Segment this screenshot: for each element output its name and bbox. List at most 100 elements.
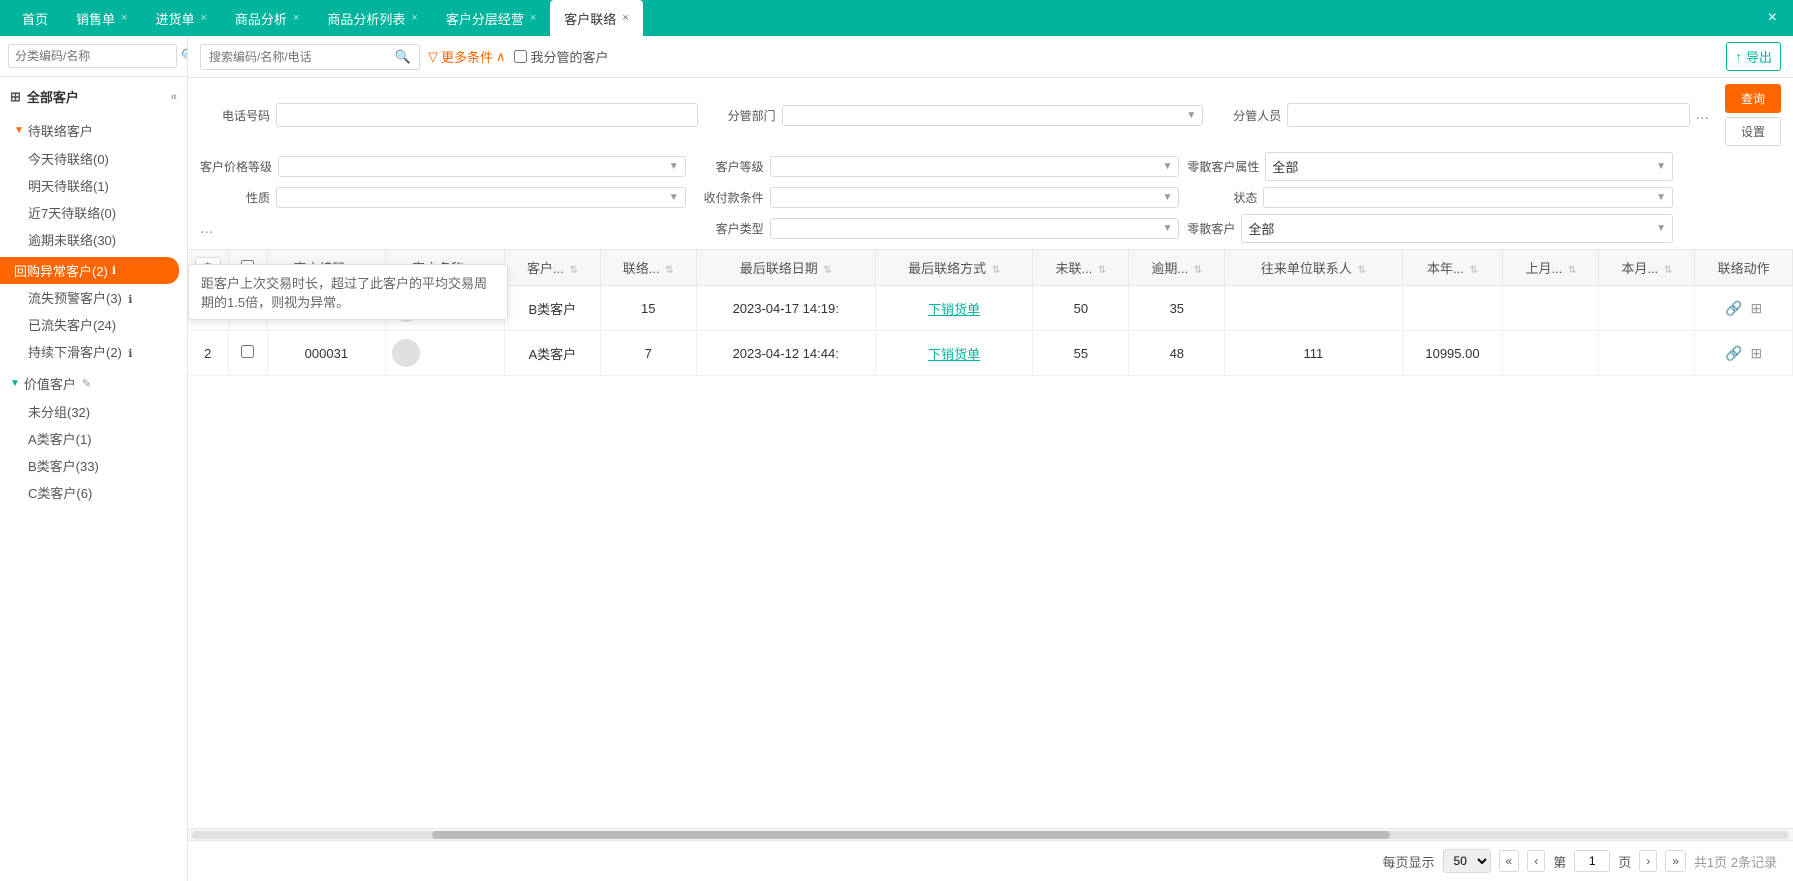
th-uncontacted: 未联... ⇅ (1033, 250, 1129, 286)
first-page-btn[interactable]: « (1499, 850, 1520, 872)
sidebar-value-label[interactable]: ▼ 价值客户 ✎ (0, 369, 187, 398)
row1-method-link[interactable]: 下销货单 (928, 302, 980, 317)
price-arrow-icon: ▼ (669, 161, 679, 172)
scatter-customer-arrow-icon: ▼ (1656, 223, 1666, 234)
nav-product-analysis-list[interactable]: 商品分析列表 × (313, 0, 431, 36)
payment-select[interactable]: ▼ (770, 187, 1180, 208)
close-customer-contact-icon[interactable]: × (622, 12, 628, 24)
th-customer-type: 客户... ⇅ (504, 250, 600, 286)
filter-cell-scatter-attr: 零散客户属性 全部 ▼ (1187, 152, 1673, 181)
th-current-year: 本年... ⇅ (1402, 250, 1503, 286)
nav-sales[interactable]: 销售单 × (62, 0, 141, 36)
row2-grid-icon[interactable]: ⊞ (1750, 345, 1762, 362)
search-icon[interactable]: 🔍 (395, 49, 411, 65)
customer-type-select[interactable]: ▼ (770, 218, 1180, 239)
row1-grid-icon[interactable]: ⊞ (1750, 300, 1762, 317)
row2-method-link[interactable]: 下销货单 (928, 347, 980, 362)
sidebar-search-icon[interactable]: 🔍 (181, 48, 188, 64)
close-all-tabs[interactable]: × (1760, 9, 1785, 27)
row4-dots[interactable]: ... (200, 220, 213, 238)
row2-type: A类客户 (504, 331, 600, 376)
prev-page-btn[interactable]: ‹ (1527, 850, 1545, 872)
row2-select[interactable] (241, 345, 254, 358)
sidebar-b-class[interactable]: B类客户(33) (0, 452, 187, 479)
payment-arrow-icon: ▼ (1162, 192, 1172, 203)
row2-link-icon[interactable]: 🔗 (1725, 345, 1742, 362)
grid-icon: ⊞ (10, 89, 21, 105)
scroll-thumb[interactable] (432, 831, 1390, 839)
my-customers-checkbox[interactable] (514, 50, 527, 63)
scatter-attr-select[interactable]: 全部 ▼ (1265, 152, 1673, 181)
th-contact-person: 往来单位联系人 ⇅ (1225, 250, 1402, 286)
nav-product-analysis[interactable]: 商品分析 × (221, 0, 313, 36)
nav-purchase[interactable]: 进货单 × (141, 0, 220, 36)
filter-cell-customer-grade: 客户等级 ▼ (694, 156, 1180, 177)
sidebar-search-input[interactable] (8, 44, 177, 68)
th-action: 联络动作 (1695, 250, 1793, 286)
close-sales-icon[interactable]: × (121, 12, 127, 24)
horizontal-scrollbar[interactable] (188, 828, 1793, 840)
overdue-sort-icon: ⇅ (1194, 265, 1202, 276)
price-grade-select[interactable]: ▼ (278, 156, 686, 177)
sidebar-week-pending[interactable]: 近7天待联络(0) (0, 199, 187, 226)
last-page-btn[interactable]: » (1665, 850, 1686, 872)
manager-input[interactable] (1287, 103, 1689, 127)
sidebar-today-pending[interactable]: 今天待联络(0) (0, 145, 187, 172)
sidebar-value-group: ▼ 价值客户 ✎ 未分组(32) A类客户(1) B类客户(33) C类客户(6… (0, 365, 187, 510)
tree-root-all-customers[interactable]: ⊞ 全部客户 « (0, 81, 187, 112)
query-button[interactable]: 查询 (1725, 84, 1781, 113)
sidebar-declining[interactable]: 持续下滑客户(2) ℹ (0, 338, 187, 365)
close-purchase-icon[interactable]: × (200, 12, 206, 24)
nature-select[interactable]: ▼ (276, 187, 686, 208)
dept-select[interactable]: ▼ (782, 105, 1204, 126)
content-area: 距客户上次交易时长，超过了此客户的平均交易周期的1.5倍，则视为异常。 🔍 ▽ … (188, 36, 1793, 881)
sidebar-repurchase-abnormal[interactable]: 回购异常客户(2) ℹ (0, 257, 179, 284)
sidebar-overdue-uncontacted[interactable]: 逾期未联络(30) (0, 226, 187, 253)
sidebar-pending-label[interactable]: ▼ 待联络客户 (0, 116, 187, 145)
status-select[interactable]: ▼ (1263, 187, 1673, 208)
nav-customer-layered[interactable]: 客户分层经营 × (432, 0, 550, 36)
phone-input[interactable] (276, 103, 698, 127)
pending-arrow-icon: ▼ (14, 125, 24, 136)
more-conditions-btn[interactable]: ▽ 更多条件 ∧ (428, 47, 506, 66)
row1-link-icon[interactable]: 🔗 (1725, 300, 1742, 317)
sidebar-tomorrow-pending[interactable]: 明天待联络(1) (0, 172, 187, 199)
status-label: 状态 (1187, 189, 1257, 206)
edit-icon[interactable]: ✎ (82, 377, 91, 390)
th-contact-count: 联络... ⇅ (600, 250, 696, 286)
th-last-contact-date: 最后联络日期 ⇅ (696, 250, 875, 286)
sidebar-lost-actual[interactable]: 已流失客户(24) (0, 311, 187, 338)
search-input[interactable] (209, 50, 395, 64)
customer-grade-select[interactable]: ▼ (770, 156, 1180, 177)
nav-home[interactable]: 首页 (8, 0, 62, 36)
table-area: ⚙ 客户编码 ⇅ 客户名称 ⇅ (188, 250, 1793, 828)
contact-count-sort-icon: ⇅ (665, 265, 673, 276)
row2-year: 10995.00 (1402, 331, 1503, 376)
th-last-contact-method: 最后联络方式 ⇅ (875, 250, 1033, 286)
phone-label: 电话号码 (200, 107, 270, 124)
per-page-select[interactable]: 50 (1443, 849, 1491, 873)
adv-filter: 电话号码 分管部门 ▼ 分管人员 ... 查询 设置 (188, 78, 1793, 250)
row1-contact-count: 15 (600, 286, 696, 331)
close-product-analysis-list-icon[interactable]: × (411, 12, 417, 24)
page-suffix: 页 (1618, 852, 1631, 871)
sidebar-collapse-icon[interactable]: « (171, 91, 177, 103)
nav-customer-contact[interactable]: 客户联络 × (550, 0, 642, 36)
dept-label: 分管部门 (706, 107, 776, 124)
manager-dots[interactable]: ... (1696, 106, 1709, 124)
page-input[interactable] (1574, 850, 1610, 872)
sidebar-ungroup[interactable]: 未分组(32) (0, 398, 187, 425)
filter-cell-manager: 分管人员 ... (1211, 103, 1709, 127)
export-button[interactable]: ↑ 导出 (1726, 42, 1781, 71)
manager-label: 分管人员 (1211, 107, 1281, 124)
settings-button[interactable]: 设置 (1725, 117, 1781, 146)
nature-label: 性质 (200, 189, 270, 206)
close-product-analysis-icon[interactable]: × (293, 12, 299, 24)
close-customer-layered-icon[interactable]: × (530, 12, 536, 24)
scatter-customer-select[interactable]: 全部 ▼ (1241, 214, 1673, 243)
next-page-btn[interactable]: › (1639, 850, 1657, 872)
sidebar-lost-preview[interactable]: 流失预警客户(3) ℹ (0, 284, 187, 311)
sidebar-c-class[interactable]: C类客户(6) (0, 479, 187, 506)
scatter-attr-label: 零散客户属性 (1187, 158, 1259, 175)
sidebar-a-class[interactable]: A类客户(1) (0, 425, 187, 452)
